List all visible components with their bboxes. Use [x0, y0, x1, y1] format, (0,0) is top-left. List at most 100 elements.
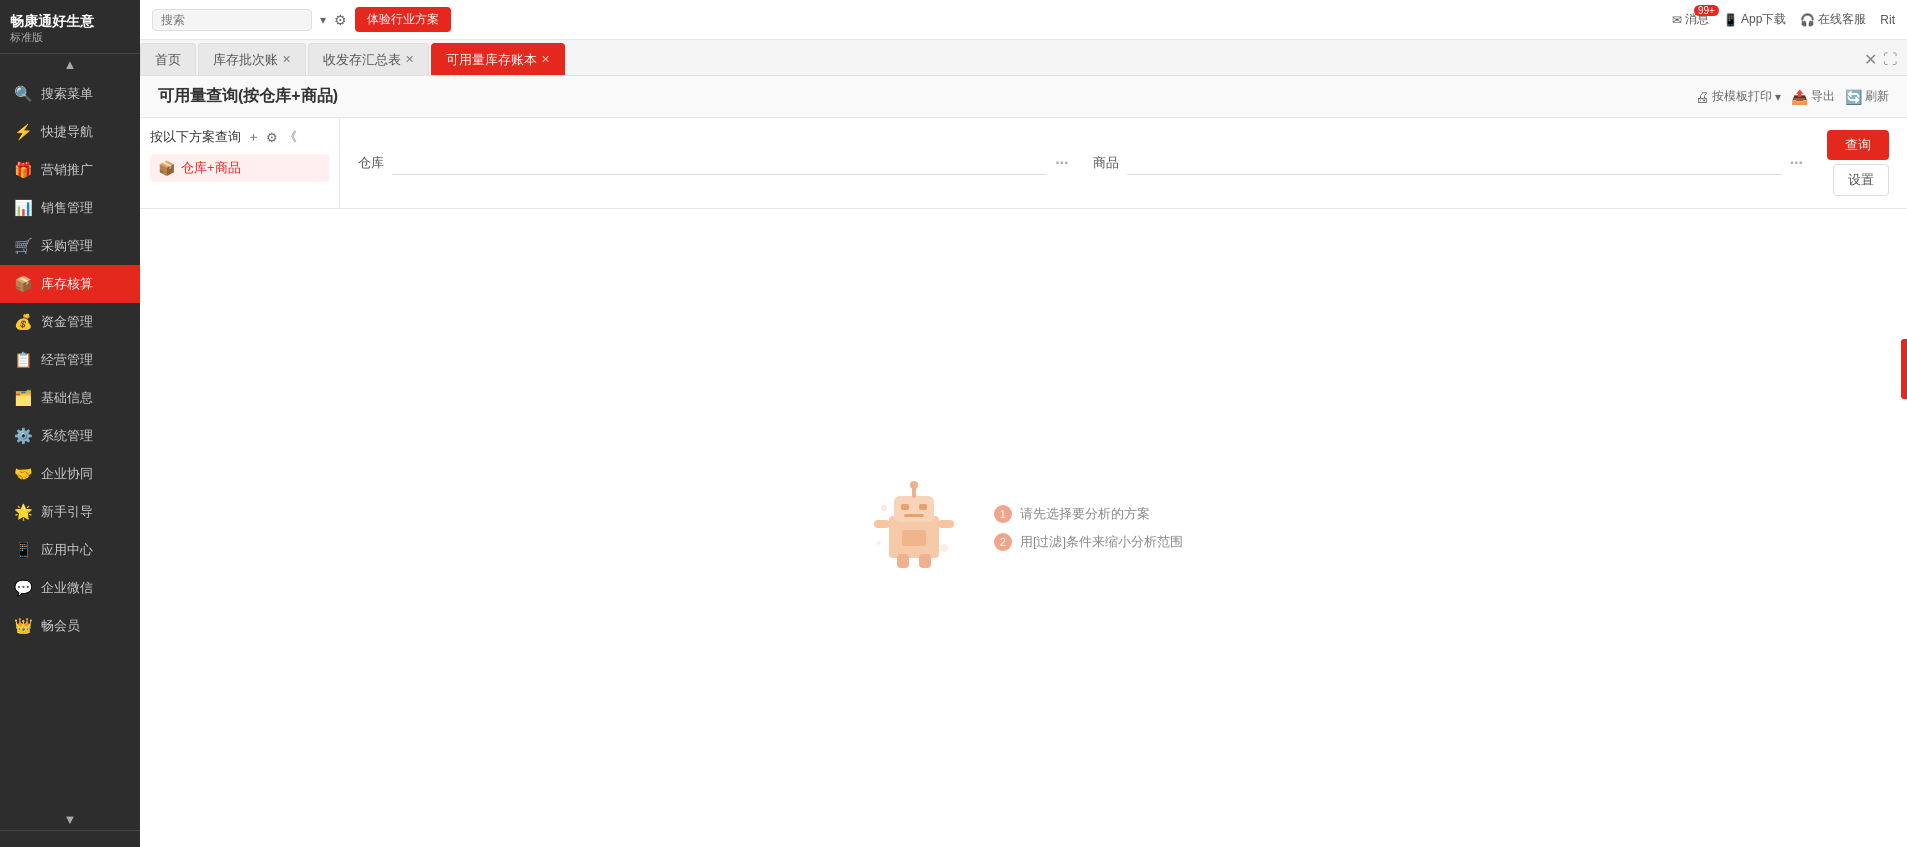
nav-label-marketing: 营销推广 — [41, 161, 93, 179]
online-service-btn[interactable]: 🎧 在线客服 — [1800, 11, 1866, 28]
sidebar-item-wechat[interactable]: 💬企业微信 — [0, 569, 140, 607]
tab-close-batch-account[interactable]: ✕ — [282, 53, 291, 66]
print-btn[interactable]: 🖨 按模板打印 ▾ — [1695, 88, 1781, 105]
page-area: 可用量查询(按仓库+商品) 🖨 按模板打印 ▾ 📤 导出 🔄 刷新 — [140, 76, 1907, 847]
app-version: 标准版 — [10, 30, 130, 45]
setting-btn[interactable]: 设置 — [1833, 164, 1889, 196]
svg-point-14 — [877, 541, 881, 545]
sidebar-scroll-down[interactable]: ▼ — [0, 809, 140, 830]
expand-btn[interactable]: ⛶ — [1883, 51, 1897, 67]
sidebar-item-quick-nav[interactable]: ⚡ 快捷导航 — [0, 113, 140, 151]
main-content: ▾ ⚙ 体验行业方案 ✉ 消息 99+ 📱 App下载 🎧 在线客服 Rit — [140, 0, 1907, 847]
sidebar-item-guide[interactable]: 🌟新手引导 — [0, 493, 140, 531]
tab-collect-summary[interactable]: 收发存汇总表 ✕ — [308, 43, 429, 75]
tab-label-collect-summary: 收发存汇总表 — [323, 51, 401, 69]
topbar: ▾ ⚙ 体验行业方案 ✉ 消息 99+ 📱 App下载 🎧 在线客服 Rit — [140, 0, 1907, 40]
filter-sidebar-label: 按以下方案查询 — [150, 128, 241, 146]
nav-label-inventory: 库存核算 — [41, 275, 93, 293]
export-icon: 📤 — [1791, 89, 1808, 105]
app-name: 畅康通好生意 — [10, 12, 130, 30]
page-title: 可用量查询(按仓库+商品) — [158, 86, 338, 107]
nav-label-search: 搜索菜单 — [41, 85, 93, 103]
sidebar-item-app-center[interactable]: 📱应用中心 — [0, 531, 140, 569]
sidebar-item-operation[interactable]: 📋经营管理 — [0, 341, 140, 379]
tab-available-ledger[interactable]: 可用量库存账本 ✕ — [431, 43, 565, 75]
message-btn[interactable]: ✉ 消息 99+ — [1672, 11, 1709, 28]
nav-label-vip: 畅会员 — [41, 617, 80, 635]
filter-option-warehouse-goods[interactable]: 📦 仓库+商品 — [150, 154, 329, 182]
sidebar-item-sales[interactable]: 📊销售管理 — [0, 189, 140, 227]
filter-sidebar: 按以下方案查询 ＋ ⚙ 《 📦 仓库+商品 — [140, 118, 340, 208]
topbar-right: ✉ 消息 99+ 📱 App下载 🎧 在线客服 Rit — [1672, 11, 1895, 28]
empty-state: 1 请先选择要分析的方案 2 用[过滤]条件来缩小分析范围 — [140, 209, 1907, 847]
gear-btn[interactable]: ⚙ — [334, 12, 347, 28]
sidebar-item-finance[interactable]: 💰 资金管理 — [0, 303, 140, 341]
sidebar-item-enterprise[interactable]: 🤝企业协同 — [0, 455, 140, 493]
warehouse-input[interactable] — [392, 151, 1047, 175]
nav-label-system: 系统管理 — [41, 427, 93, 445]
sidebar: 畅康通好生意 标准版 ▲ 🔍 搜索菜单 ⚡ 快捷导航 🎁营销推广📊销售管理🛒采购管理 📦 库… — [0, 0, 140, 847]
sidebar-item-inventory[interactable]: 📦 库存核算 — [0, 265, 140, 303]
user-menu[interactable]: Rit — [1880, 13, 1895, 27]
industry-btn[interactable]: 体验行业方案 — [355, 7, 451, 32]
empty-tip-1: 1 请先选择要分析的方案 — [994, 505, 1183, 523]
nav-icon-inventory: 📦 — [14, 275, 33, 293]
goods-more-btn[interactable]: ··· — [1790, 154, 1803, 172]
warehouse-filter-group: 仓库 ··· — [358, 151, 1069, 175]
sidebar-nav: 🔍 搜索菜单 ⚡ 快捷导航 🎁营销推广📊销售管理🛒采购管理 📦 库存核算 💰 资金管理 📋经营管理… — [0, 75, 140, 809]
nav-label-purchase: 采购管理 — [41, 237, 93, 255]
message-badge: 99+ — [1694, 5, 1719, 16]
sidebar-scroll-up[interactable]: ▲ — [0, 54, 140, 75]
svg-point-12 — [881, 505, 887, 511]
export-btn[interactable]: 📤 导出 — [1791, 88, 1835, 105]
dropdown-btn[interactable]: ▾ — [320, 13, 326, 27]
nav-label-app-center: 应用中心 — [41, 541, 93, 559]
svg-rect-5 — [874, 520, 890, 528]
svg-rect-7 — [897, 554, 909, 568]
nav-icon-quick-nav: ⚡ — [14, 123, 33, 141]
svg-rect-9 — [902, 530, 926, 546]
tab-close-collect-summary[interactable]: ✕ — [405, 53, 414, 66]
sidebar-item-marketing[interactable]: 🎁营销推广 — [0, 151, 140, 189]
close-tab-btn[interactable]: ✕ — [1864, 50, 1877, 69]
sidebar-item-vip[interactable]: 👑畅会员 — [0, 607, 140, 645]
nav-label-enterprise: 企业协同 — [41, 465, 93, 483]
sidebar-item-search[interactable]: 🔍 搜索菜单 — [0, 75, 140, 113]
empty-illustration — [864, 478, 964, 578]
tabs-bar: 首页库存批次账✕ 收发存汇总表 ✕ 可用量库存账本 ✕ ✕ ⛶ — [140, 40, 1907, 76]
right-hint-bar — [1901, 339, 1907, 399]
app-download-btn[interactable]: 📱 App下载 — [1723, 11, 1786, 28]
goods-input[interactable] — [1127, 151, 1782, 175]
nav-icon-search: 🔍 — [14, 85, 33, 103]
warehouse-more-btn[interactable]: ··· — [1055, 154, 1068, 172]
svg-point-13 — [940, 544, 948, 552]
refresh-btn[interactable]: 🔄 刷新 — [1845, 88, 1889, 105]
nav-icon-finance: 💰 — [14, 313, 33, 331]
box-icon: 📦 — [158, 160, 175, 176]
print-dropdown-icon: ▾ — [1775, 90, 1781, 104]
nav-icon-guide: 🌟 — [14, 503, 33, 521]
nav-label-sales: 销售管理 — [41, 199, 93, 217]
collapse-filter-btn[interactable]: 《 — [284, 128, 297, 146]
svg-point-11 — [910, 481, 918, 489]
tip-num-1: 1 — [994, 505, 1012, 523]
tab-label-available-ledger: 可用量库存账本 — [446, 51, 537, 69]
headset-icon: 🎧 — [1800, 13, 1815, 27]
add-filter-btn[interactable]: ＋ — [247, 128, 260, 146]
tip-text-1: 请先选择要分析的方案 — [1020, 505, 1150, 523]
svg-rect-4 — [904, 514, 924, 517]
filter-option-label: 仓库+商品 — [181, 159, 241, 177]
svg-rect-3 — [919, 504, 927, 510]
sidebar-item-basic[interactable]: 🗂️基础信息 — [0, 379, 140, 417]
filter-settings-btn[interactable]: ⚙ — [266, 130, 278, 145]
tab-close-available-ledger[interactable]: ✕ — [541, 53, 550, 66]
nav-label-finance: 资金管理 — [41, 313, 93, 331]
sidebar-item-purchase[interactable]: 🛒采购管理 — [0, 227, 140, 265]
tabs-end: ✕ ⛶ — [567, 43, 1907, 75]
nav-label-quick-nav: 快捷导航 — [41, 123, 93, 141]
sidebar-item-system[interactable]: ⚙️系统管理 — [0, 417, 140, 455]
search-input[interactable] — [152, 9, 312, 31]
tab-batch-account[interactable]: 库存批次账✕ — [198, 43, 306, 75]
tab-home[interactable]: 首页 — [140, 43, 196, 75]
query-btn[interactable]: 查询 — [1827, 130, 1889, 160]
